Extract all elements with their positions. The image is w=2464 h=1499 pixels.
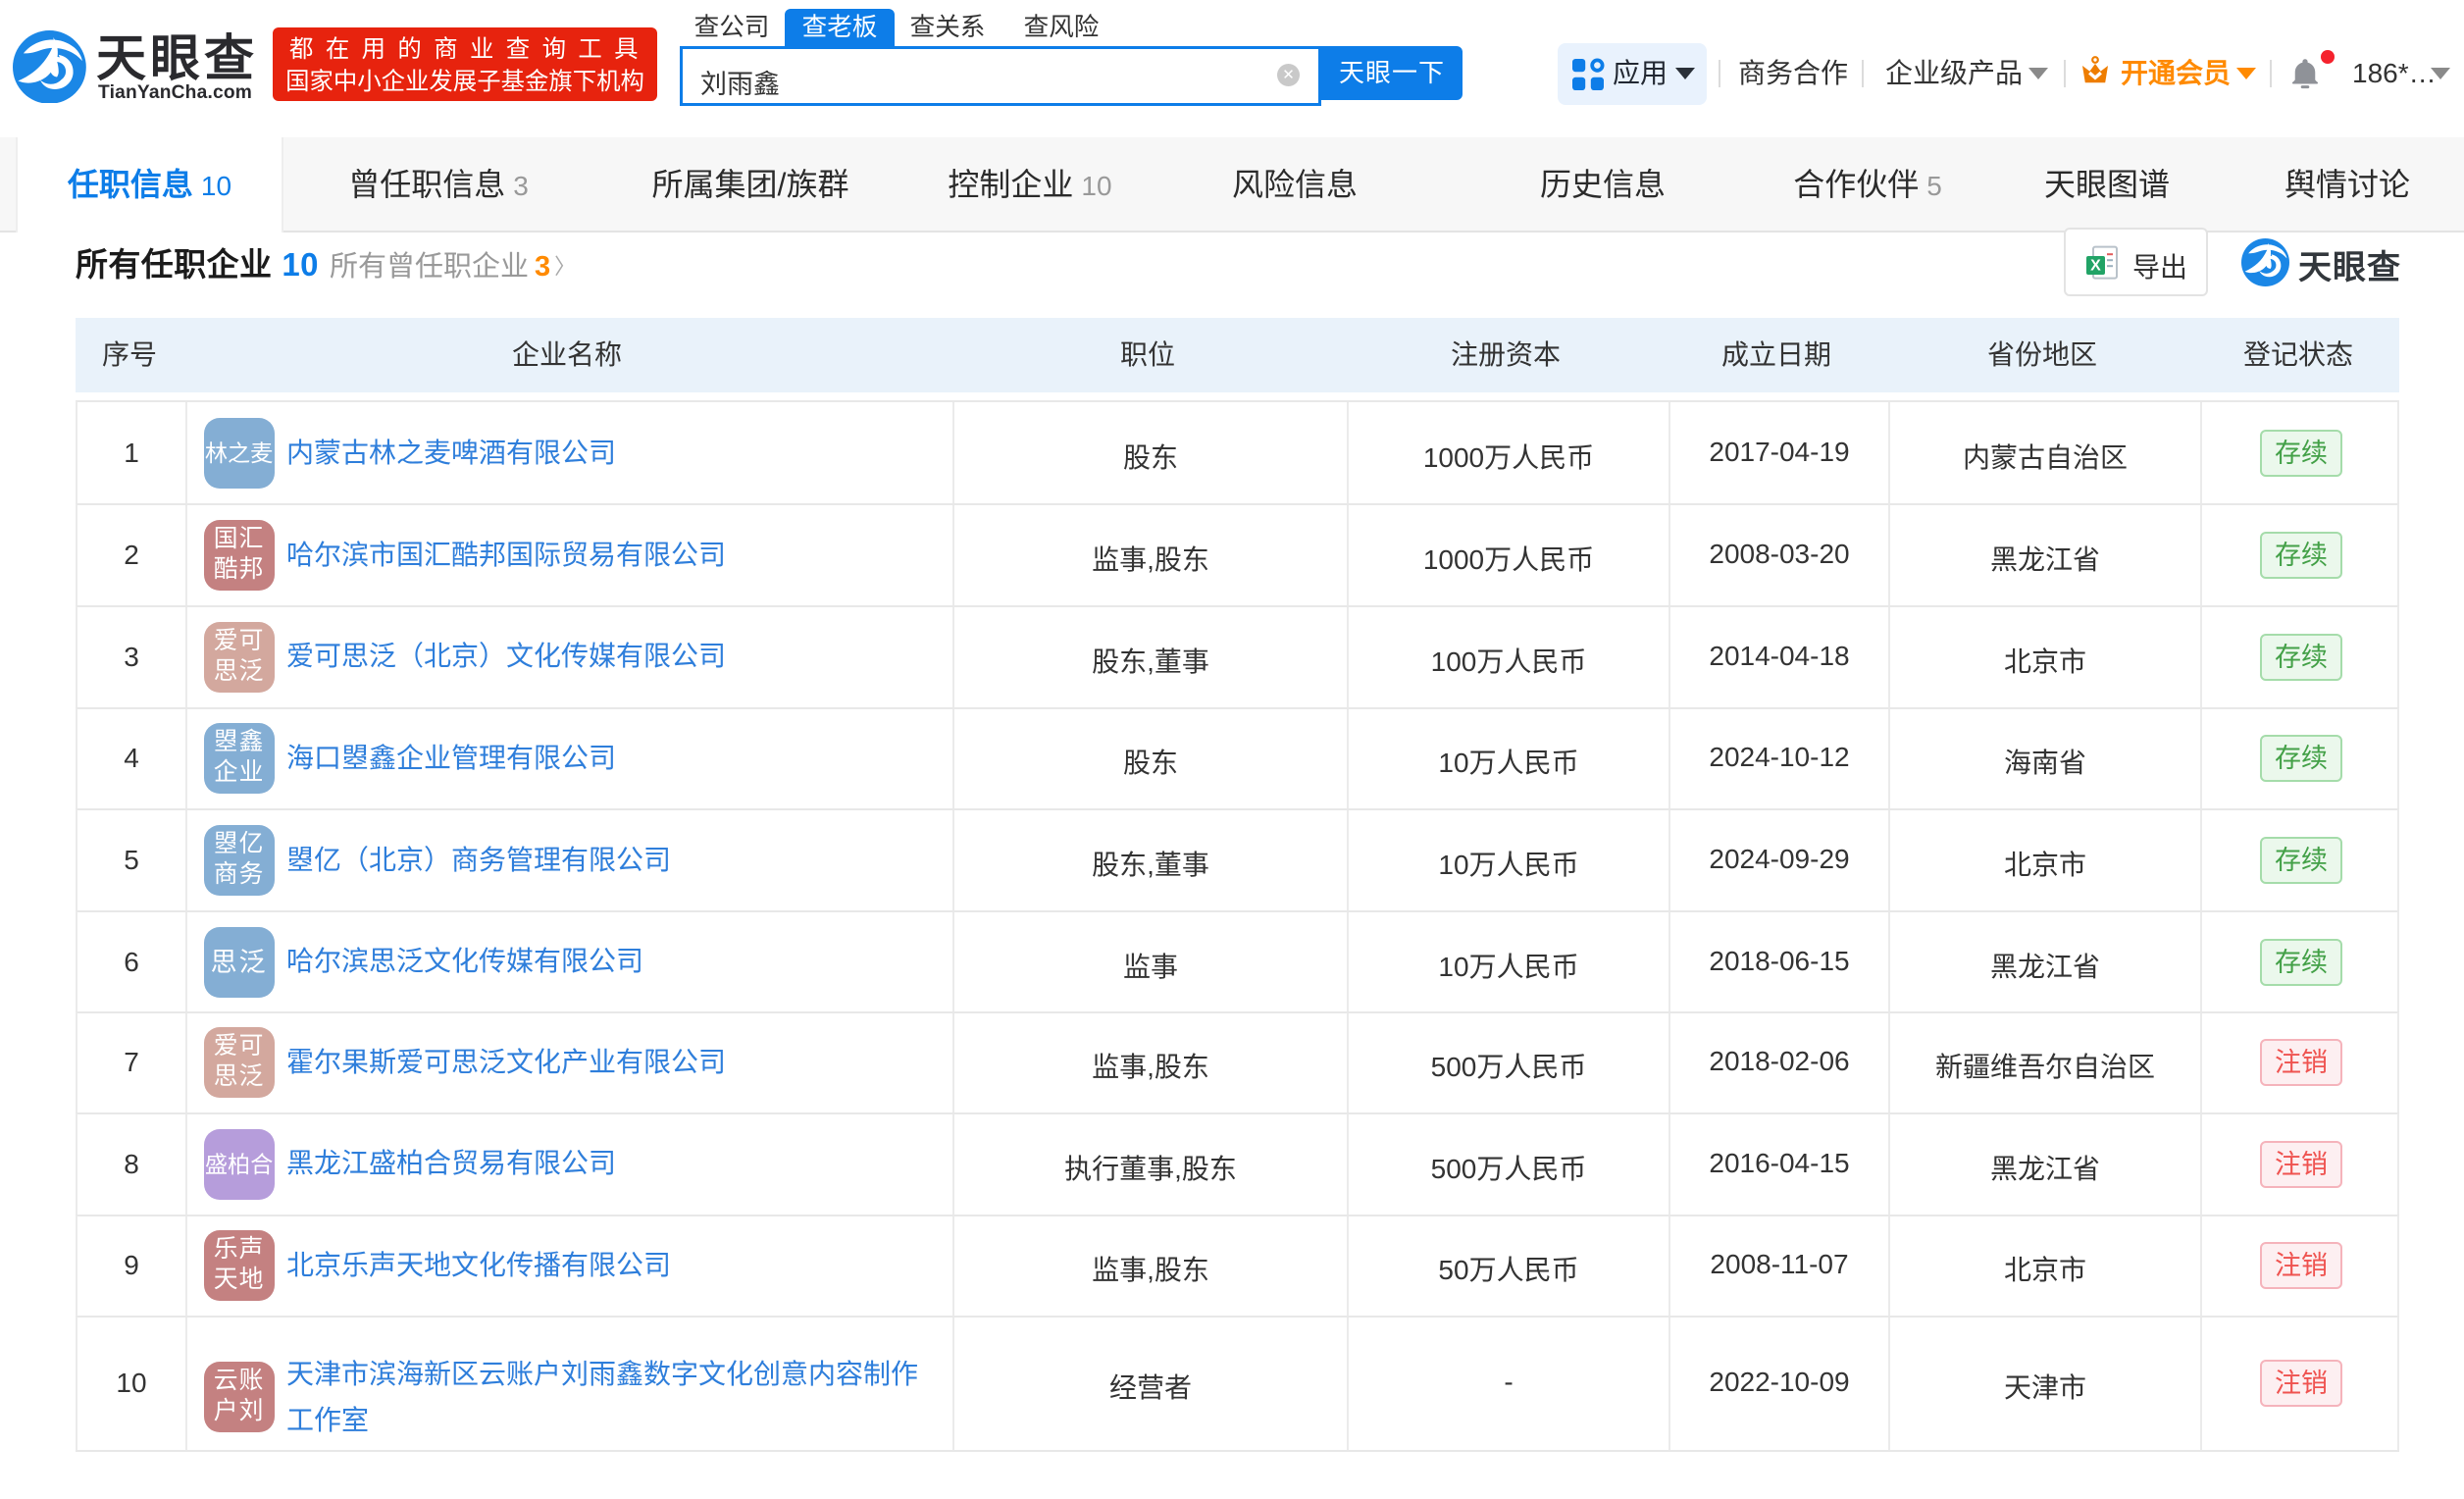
svg-text:X: X xyxy=(2090,258,2101,275)
